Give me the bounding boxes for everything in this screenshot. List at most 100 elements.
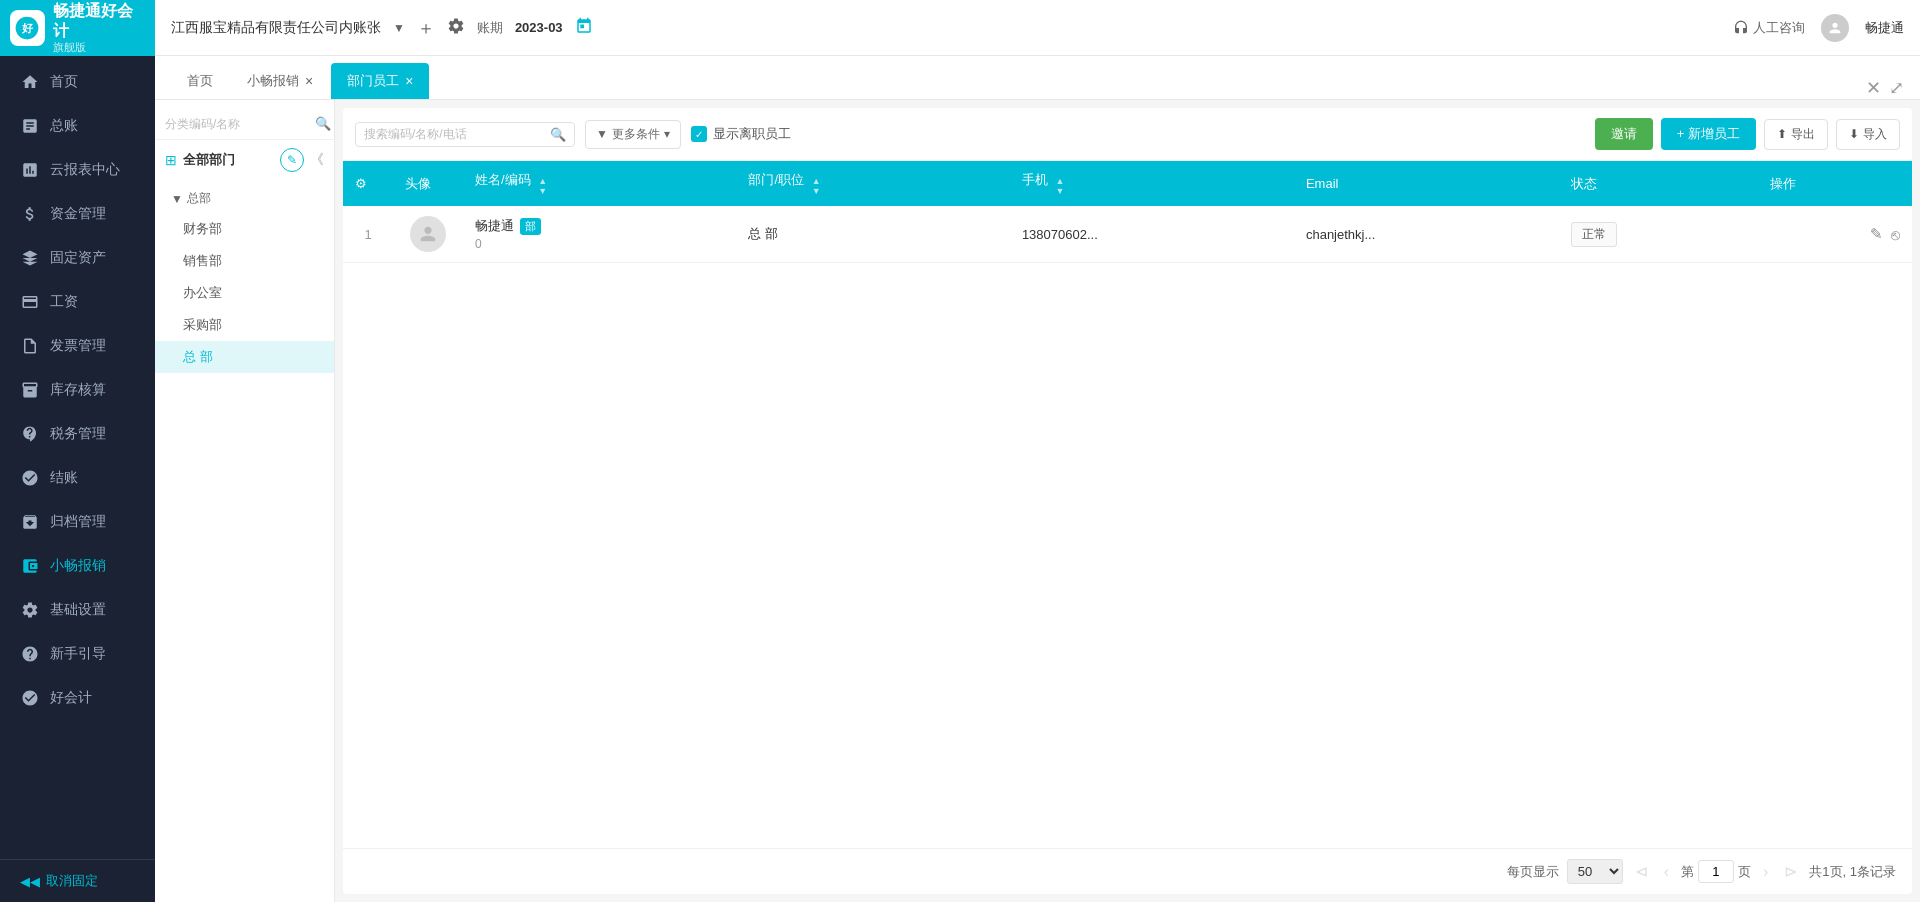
sidebar-item-settings[interactable]: 基础设置 <box>0 588 155 632</box>
logo-icon: 好 <box>10 10 45 46</box>
sidebar-nav: 首页 总账 云报表中心 资金管理 固定资产 <box>0 56 155 859</box>
page-total: 共1页, 1条记录 <box>1809 863 1896 881</box>
sidebar-item-asset[interactable]: 固定资产 <box>0 236 155 280</box>
tab-dept-close[interactable]: × <box>405 74 413 88</box>
unpin-icon: ◀◀ <box>20 874 40 889</box>
dept-item-sales[interactable]: 销售部 <box>155 245 334 277</box>
import-button[interactable]: ⬇ 导入 <box>1836 119 1900 150</box>
add-employee-button[interactable]: + 新增员工 <box>1661 118 1756 150</box>
dept-item-finance[interactable]: 财务部 <box>155 213 334 245</box>
app-version: 旗舰版 <box>53 40 145 55</box>
employee-search-icon[interactable]: 🔍 <box>550 127 566 142</box>
svg-text:好: 好 <box>21 22 34 34</box>
inventory-icon <box>20 380 40 400</box>
dept-edit-button[interactable]: ✎ <box>280 148 304 172</box>
dept-tree: ▼ 总部 财务部 销售部 办公室 采购部 总 部 <box>155 180 334 377</box>
filter-icon: ▼ <box>596 127 608 141</box>
dept-item-purchase[interactable]: 采购部 <box>155 309 334 341</box>
sidebar-item-report[interactable]: 云报表中心 <box>0 148 155 192</box>
logout-employee-button[interactable]: ⎋ <box>1891 225 1900 243</box>
user-name: 畅捷通 <box>1865 19 1904 37</box>
tab-expense-close[interactable]: × <box>305 74 313 88</box>
edit-employee-button[interactable]: ✎ <box>1870 225 1883 243</box>
expand-window-button[interactable]: ⤢ <box>1889 77 1904 99</box>
filter-dropdown-icon: ▾ <box>664 127 670 141</box>
col-dept[interactable]: 部门/职位 ▲▼ <box>736 161 1009 206</box>
fund-icon <box>20 204 40 224</box>
col-phone[interactable]: 手机 ▲▼ <box>1010 161 1294 206</box>
filter-more-button[interactable]: ▼ 更多条件 ▾ <box>585 120 681 149</box>
show-resigned-checkbox[interactable]: ✓ <box>691 126 707 142</box>
gear-icon[interactable]: ⚙ <box>355 176 367 191</box>
next-page-button[interactable]: › <box>1759 861 1772 883</box>
dept-search-input[interactable] <box>165 117 315 131</box>
tax-icon <box>20 424 40 444</box>
toolbar-actions: 邀请 + 新增员工 ⬆ 导出 ⬇ 导入 <box>1595 118 1900 150</box>
col-name[interactable]: 姓名/编码 ▲▼ <box>463 161 736 206</box>
sidebar-item-invoice[interactable]: 发票管理 <box>0 324 155 368</box>
page-size-label: 每页显示 <box>1507 863 1559 881</box>
tab-expense[interactable]: 小畅报销 × <box>231 63 329 99</box>
add-tab-button[interactable]: ＋ <box>417 16 435 40</box>
tab-home[interactable]: 首页 <box>171 63 229 99</box>
settings-gear-button[interactable] <box>447 17 465 38</box>
sidebar-item-archive[interactable]: 归档管理 <box>0 500 155 544</box>
content-area: 🔍 ⊞ 全部部门 ✎ 《 ▼ 总部 财务部 销售部 <box>155 100 1920 902</box>
export-button[interactable]: ⬆ 导出 <box>1764 119 1828 150</box>
pagination: 每页显示 50 10 20 100 ⊲ ‹ 第 页 › ⊳ 共1页, 1条记录 <box>343 848 1912 894</box>
tab-dept-employee[interactable]: 部门员工 × <box>331 63 429 99</box>
sidebar-item-ledger[interactable]: 总账 <box>0 104 155 148</box>
period-value: 2023-03 <box>515 20 563 35</box>
period-label: 账期 <box>477 19 503 37</box>
employee-table: ⚙ 头像 姓名/编码 ▲▼ 部门/职位 ▲▼ <box>343 161 1912 263</box>
archive-icon <box>20 512 40 532</box>
contacts-icon <box>20 688 40 708</box>
close-window-button[interactable]: ✕ <box>1866 77 1881 99</box>
dept-collapse-button[interactable]: 《 <box>310 151 324 169</box>
row-avatar <box>393 206 463 263</box>
employee-search-box: 🔍 <box>355 122 575 147</box>
employee-panel: 🔍 ▼ 更多条件 ▾ ✓ 显示离职员工 邀请 + 新增员工 ⬆ 导出 <box>343 108 1912 894</box>
sidebar-item-tax[interactable]: 税务管理 <box>0 412 155 456</box>
page-number-input[interactable] <box>1698 860 1734 883</box>
employee-name: 畅捷通 部 <box>475 217 724 235</box>
invoice-icon <box>20 336 40 356</box>
sidebar-item-home[interactable]: 首页 <box>0 60 155 104</box>
phone-sort-icon: ▲▼ <box>1056 177 1065 196</box>
prev-page-button[interactable]: ‹ <box>1660 861 1673 883</box>
topbar: 江西服宝精品有限责任公司内账张 ▼ ＋ 账期 2023-03 人工咨询 畅捷通 <box>155 0 1920 56</box>
col-status: 状态 <box>1559 161 1758 206</box>
sidebar-item-close-accounts[interactable]: 结账 <box>0 456 155 500</box>
employee-search-input[interactable] <box>364 127 546 141</box>
sidebar-item-guide[interactable]: 新手引导 <box>0 632 155 676</box>
sidebar-item-contacts[interactable]: 好会计 <box>0 676 155 720</box>
window-buttons: ✕ ⤢ <box>1866 77 1904 99</box>
invite-button[interactable]: 邀请 <box>1595 118 1653 150</box>
show-resigned-label[interactable]: ✓ 显示离职员工 <box>691 125 791 143</box>
dept-item-zongbu[interactable]: 总 部 <box>155 341 334 373</box>
dept-all-header[interactable]: ⊞ 全部部门 ✎ 《 <box>155 140 334 180</box>
page-size-select[interactable]: 50 10 20 100 <box>1567 859 1623 884</box>
dept-item-office[interactable]: 办公室 <box>155 277 334 309</box>
settings-icon <box>20 600 40 620</box>
last-page-button[interactable]: ⊳ <box>1780 860 1801 883</box>
row-ops: ✎ ⎋ <box>1758 206 1912 263</box>
sidebar-item-salary[interactable]: 工资 <box>0 280 155 324</box>
export-icon: ⬆ <box>1777 127 1787 141</box>
company-name: 江西服宝精品有限责任公司内账张 <box>171 19 381 37</box>
sidebar-item-fund[interactable]: 资金管理 <box>0 192 155 236</box>
app-logo: 好 畅捷通好会计 旗舰版 <box>0 0 155 56</box>
service-button[interactable]: 人工咨询 <box>1733 19 1805 37</box>
calendar-button[interactable] <box>575 17 593 39</box>
user-avatar <box>1821 14 1849 42</box>
dept-group-zongbu[interactable]: ▼ 总部 <box>155 184 334 213</box>
sidebar-item-expense[interactable]: 小畅报销 <box>0 544 155 588</box>
first-page-button[interactable]: ⊲ <box>1631 860 1652 883</box>
company-dropdown-button[interactable]: ▼ <box>393 21 405 35</box>
guide-icon <box>20 644 40 664</box>
sidebar-item-inventory[interactable]: 库存核算 <box>0 368 155 412</box>
app-name: 畅捷通好会计 <box>53 1 145 39</box>
dept-badge: 部 <box>520 218 541 235</box>
dept-search-icon[interactable]: 🔍 <box>315 116 331 131</box>
unpin-sidebar-button[interactable]: ◀◀ 取消固定 <box>0 859 155 902</box>
